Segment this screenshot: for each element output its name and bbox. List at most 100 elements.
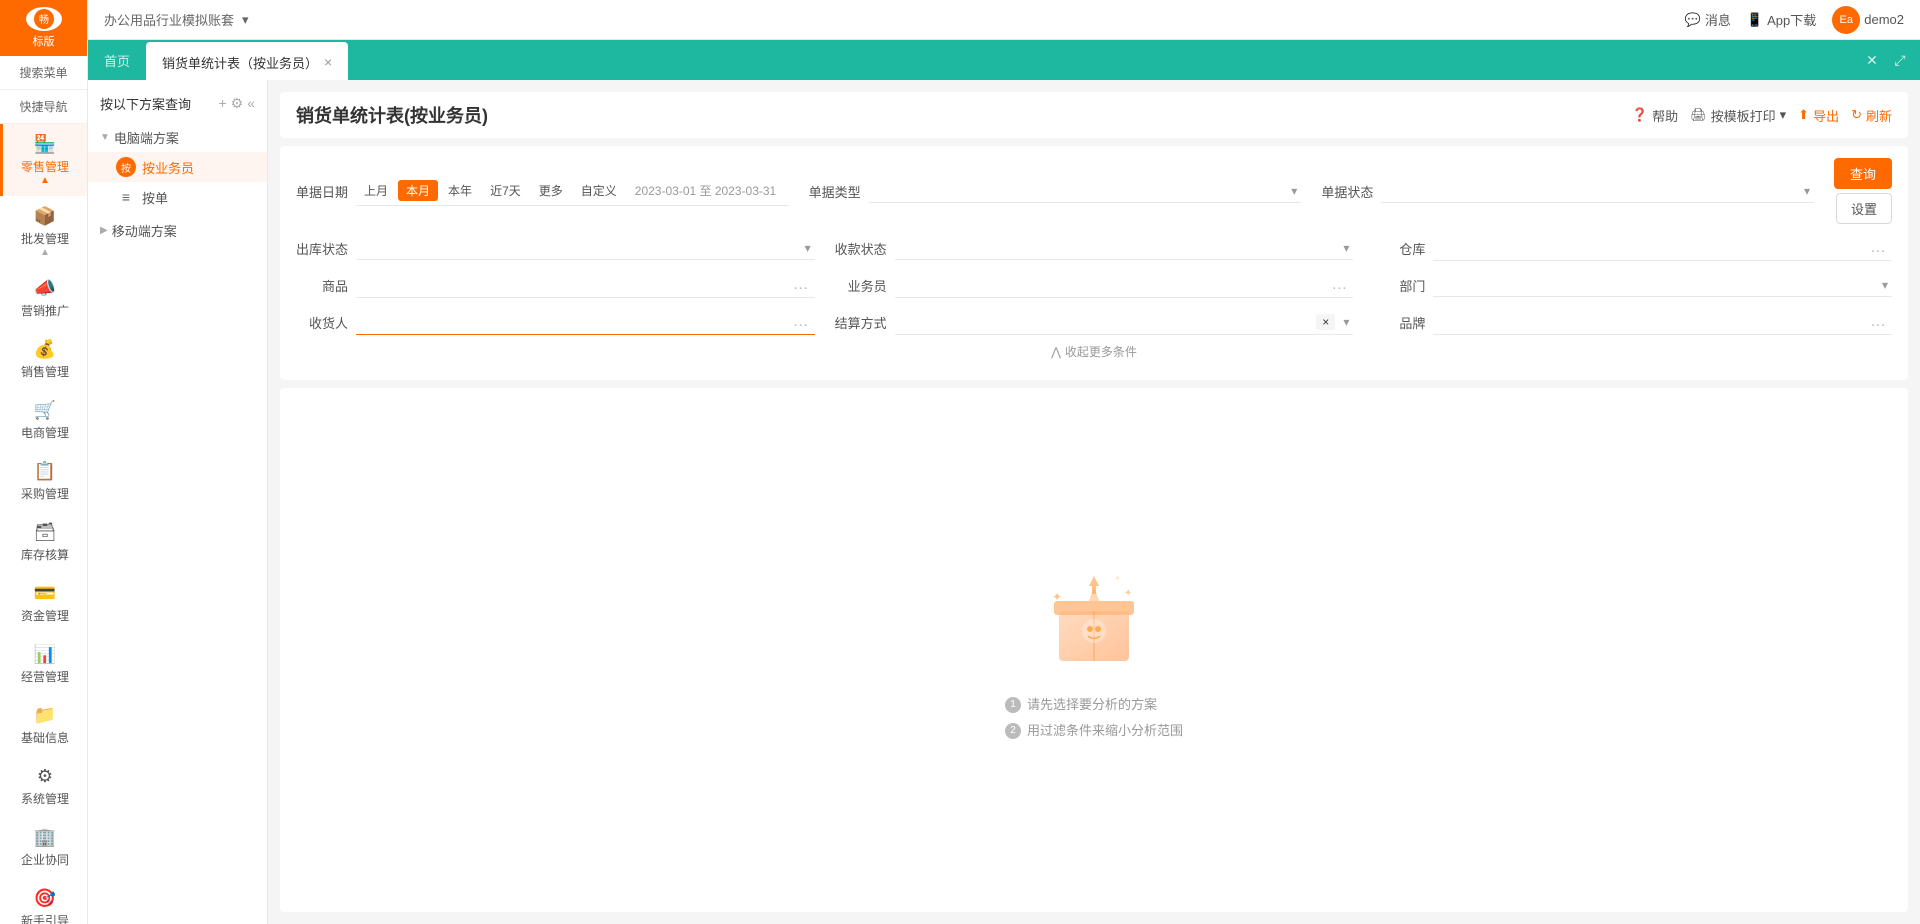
date-btn-last-month[interactable]: 上月 (356, 180, 396, 201)
sidebar-item-finance[interactable]: 💳 资金管理 (0, 573, 87, 634)
tree-child-by-order[interactable]: ≡ 按单 (88, 182, 267, 212)
print-btn[interactable]: 🖨 按模板打印 ▾ (1690, 106, 1786, 125)
svg-text:✦: ✦ (1052, 590, 1062, 604)
receiver-more-icon[interactable]: … (787, 314, 815, 330)
sidebar-item-wholesale[interactable]: 📦 批发管理 ▲ (0, 196, 87, 268)
filter-row-2: 出库状态 ▾ 收款状态 ▾ (296, 236, 1892, 261)
query-button[interactable]: 查询 (1834, 158, 1892, 189)
desktop-arrow-icon: ▼ (100, 132, 110, 143)
salesperson-more-icon[interactable]: … (1325, 277, 1353, 293)
sidebar-item-inventory[interactable]: 🗃 库存核算 (0, 512, 87, 573)
sidebar-item-ecommerce[interactable]: 🛒 电商管理 (0, 390, 87, 451)
doc-type-content[interactable]: ▾ (869, 180, 1302, 203)
doc-status-content[interactable]: ▾ (1381, 180, 1814, 203)
date-content: 上月 本月 本年 近7天 更多 自定义 2023-03-01 至 2023-03… (356, 176, 789, 206)
collapse-panel-btn[interactable]: « (247, 95, 255, 112)
date-label: 单据日期 (296, 182, 356, 201)
tabs-right-actions: ✕ ⤢ (1860, 48, 1920, 72)
sidebar-item-marketing[interactable]: 📣 营销推广 (0, 268, 87, 329)
sidebar-item-basic[interactable]: 📁 基础信息 (0, 695, 87, 756)
operations-icon: 📊 (34, 644, 56, 665)
empty-step-2: 2 用过滤条件来缩小分析范围 (1005, 718, 1183, 744)
add-scheme-btn[interactable]: + (218, 95, 226, 112)
breadcrumb-dropdown[interactable]: ▾ (242, 12, 249, 28)
date-btn-last7days[interactable]: 近7天 (482, 180, 529, 201)
tab-close-icon[interactable]: × (324, 54, 332, 70)
tab-close-btn[interactable]: ✕ (1860, 48, 1884, 72)
tab-sales-stats[interactable]: 销货单统计表（按业务员） × (146, 42, 348, 82)
tab-sales-stats-label: 销货单统计表（按业务员） (162, 53, 318, 72)
payment-method-arrow-icon: ▾ (1339, 315, 1353, 329)
sidebar-item-sales[interactable]: 💰 销售管理 (0, 329, 87, 390)
sidebar-item-inventory-label: 库存核算 (21, 546, 69, 563)
date-btn-more[interactable]: 更多 (531, 180, 571, 201)
inventory-icon: 🗃 (34, 522, 57, 543)
export-btn[interactable]: ⬆ 导出 (1798, 106, 1839, 125)
payment-method-label: 结算方式 (835, 313, 895, 332)
tabs-bar: 首页 销货单统计表（按业务员） × ✕ ⤢ (88, 40, 1920, 80)
user-menu[interactable]: Ea demo2 (1832, 6, 1904, 34)
tab-home[interactable]: 首页 (88, 40, 146, 80)
empty-state: ✦ ✦ ✦ 1 请先选择要分析的方案 2 用过滤条件来缩小分析范围 (280, 388, 1908, 912)
sidebar-item-retail[interactable]: 🏪 零售管理 ▲ (0, 124, 87, 196)
storage-status-content[interactable]: ▾ (356, 237, 815, 260)
department-content[interactable]: ▾ (1433, 274, 1892, 297)
left-panel-actions: + ⚙ « (218, 95, 255, 112)
sidebar-item-system[interactable]: ⚙ 系统管理 (0, 756, 87, 817)
main-area: 办公用品行业模拟账套 ▾ 💬 消息 📱 App下载 Ea demo2 (88, 0, 1920, 924)
search-menu-item[interactable]: 搜索菜单 (0, 56, 87, 90)
receiver-content: … (356, 310, 815, 335)
brand-more-icon[interactable]: … (1864, 314, 1892, 330)
help-btn[interactable]: ❓ 帮助 (1632, 106, 1678, 125)
doc-status-field-group: 单据状态 ▾ (1321, 180, 1814, 203)
tree-desktop-parent[interactable]: ▼ 电脑端方案 (88, 123, 267, 152)
scheme-settings-btn[interactable]: ⚙ (231, 95, 244, 112)
sidebar: 畅 标版 搜索菜单 快捷导航 🏪 零售管理 ▲ 📦 批发管理 ▲ 📣 营销推广 … (0, 0, 88, 924)
settings-button[interactable]: 设置 (1836, 193, 1892, 224)
message-btn[interactable]: 💬 消息 (1685, 10, 1731, 29)
help-icon: ❓ (1632, 107, 1648, 123)
department-label: 部门 (1373, 276, 1433, 295)
help-label: 帮助 (1652, 106, 1678, 125)
tree-child-by-salesperson[interactable]: 按 按业务员 (88, 152, 267, 182)
payment-status-content[interactable]: ▾ (895, 237, 1354, 260)
sidebar-item-purchase-label: 采购管理 (21, 485, 69, 502)
collapse-label: 收起更多条件 (1065, 343, 1137, 360)
warehouse-field-group: 仓库 … (1373, 236, 1892, 261)
warehouse-more-icon[interactable]: … (1864, 240, 1892, 256)
left-panel-title: 按以下方案查询 (100, 94, 191, 113)
sidebar-item-newbie[interactable]: 🎯 新手引导 (0, 878, 87, 924)
tab-restore-btn[interactable]: ⤢ (1888, 48, 1912, 72)
app-download-btn[interactable]: 📱 App下载 (1747, 10, 1816, 29)
dropdown-arrow-icon: ▾ (242, 12, 249, 28)
collapse-button[interactable]: ⋀ 收起更多条件 (1039, 339, 1149, 364)
quick-nav-item[interactable]: 快捷导航 (0, 90, 87, 124)
doc-type-field-group: 单据类型 ▾ (809, 180, 1302, 203)
collapse-up-icon: ⋀ (1051, 345, 1061, 359)
product-field-group: 商品 … (296, 273, 815, 298)
date-btn-this-year[interactable]: 本年 (440, 180, 480, 201)
doc-type-label: 单据类型 (809, 182, 869, 201)
department-field-group: 部门 ▾ (1373, 274, 1892, 297)
ecommerce-icon: 🛒 (34, 400, 56, 421)
logo-area: 畅 标版 (0, 0, 87, 56)
tree-mobile-parent[interactable]: ▶ 移动端方案 (88, 216, 267, 245)
step-1-text: 请先选择要分析的方案 (1027, 692, 1157, 718)
product-more-icon[interactable]: … (787, 277, 815, 293)
date-btn-this-month[interactable]: 本月 (398, 180, 438, 201)
right-panel: 销货单统计表(按业务员) ❓ 帮助 🖨 按模板打印 ▾ ⬆ 导出 (268, 80, 1920, 924)
sidebar-item-purchase[interactable]: 📋 采购管理 (0, 451, 87, 512)
brand-content: … (1433, 310, 1892, 335)
doc-type-arrow-icon: ▾ (1287, 184, 1301, 198)
date-field-group: 单据日期 上月 本月 本年 近7天 更多 自定义 2023-03-01 至 20… (296, 176, 789, 206)
wholesale-icon: 📦 (34, 206, 56, 227)
topbar-left: 办公用品行业模拟账套 ▾ (104, 10, 249, 29)
date-btn-custom[interactable]: 自定义 (573, 180, 625, 201)
refresh-btn[interactable]: ↻ 刷新 (1851, 106, 1892, 125)
payment-method-tag-x[interactable]: × (1322, 315, 1329, 329)
sidebar-item-operations[interactable]: 📊 经营管理 (0, 634, 87, 695)
message-icon: 💬 (1685, 12, 1701, 28)
sidebar-item-enterprise[interactable]: 🏢 企业协同 (0, 817, 87, 878)
desktop-group-label: 电脑端方案 (114, 128, 179, 147)
left-panel: 按以下方案查询 + ⚙ « ▼ 电脑端方案 按 按业务员 ≡ 按单 (88, 80, 268, 924)
